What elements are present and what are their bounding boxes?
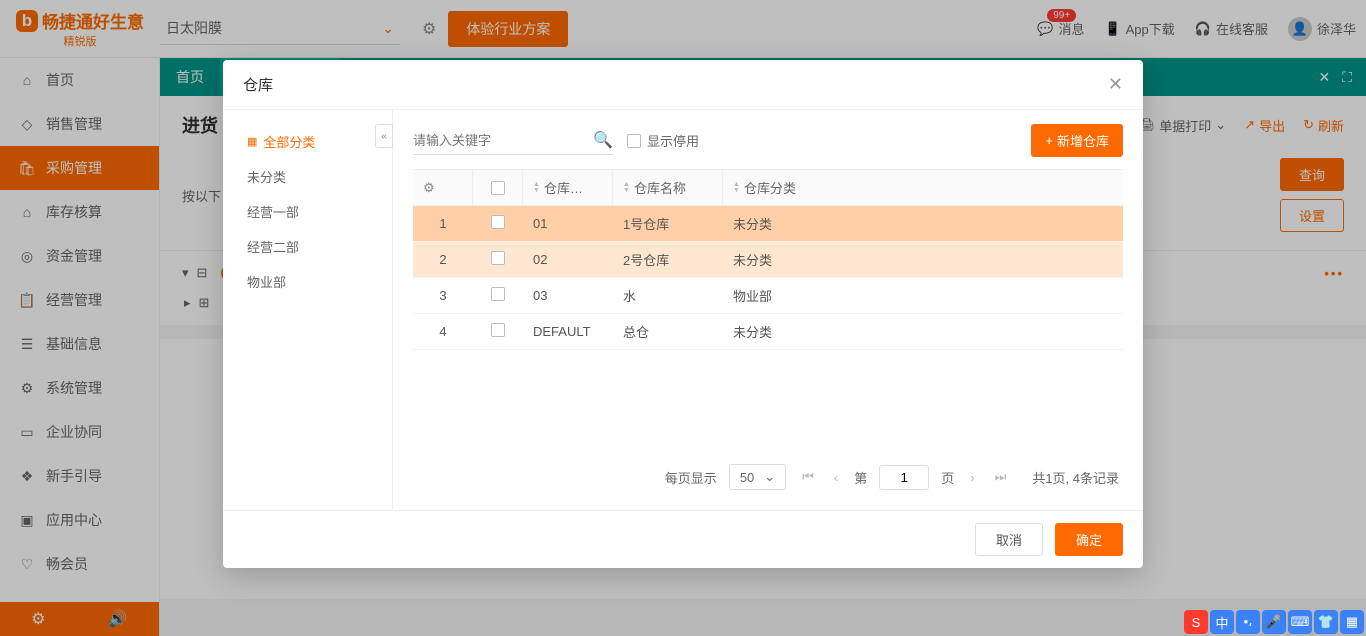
- row-checkbox[interactable]: [491, 251, 505, 265]
- plus-icon: +: [1045, 133, 1053, 148]
- name-column[interactable]: ▲▼ 仓库名称: [613, 170, 723, 205]
- column-label: 仓库分类: [744, 178, 796, 197]
- page-prefix: 第: [854, 468, 867, 487]
- row-number: 1: [413, 208, 473, 239]
- row-name: 总仓: [613, 314, 723, 349]
- select-all-column[interactable]: [473, 170, 523, 205]
- column-label: 仓库名称: [634, 178, 686, 197]
- page-suffix: 页: [941, 468, 954, 487]
- modal-overlay: 仓库 ✕ « ▦ 全部分类 未分类 经营一部 经营二部 物业部 🔍: [0, 0, 1366, 636]
- category-sidebar: « ▦ 全部分类 未分类 经营一部 经营二部 物业部: [223, 110, 393, 510]
- ime-keyboard-icon[interactable]: ⌨: [1288, 610, 1312, 634]
- show-disabled-label: 显示停用: [647, 131, 699, 150]
- ime-s-icon[interactable]: S: [1184, 610, 1208, 634]
- ime-lang-icon[interactable]: 中: [1210, 610, 1234, 634]
- row-cat: 未分类: [723, 242, 1123, 277]
- row-number: 2: [413, 244, 473, 275]
- modal-title: 仓库: [243, 74, 273, 95]
- modal-toolbar: 🔍 显示停用 + 新增仓库: [413, 124, 1123, 157]
- category-item[interactable]: 未分类: [223, 159, 392, 194]
- cancel-button[interactable]: 取消: [975, 523, 1043, 556]
- row-checkbox[interactable]: [491, 215, 505, 229]
- table-row[interactable]: 2 02 2号仓库 未分类: [413, 242, 1123, 278]
- gear-column[interactable]: ⚙: [413, 170, 473, 205]
- category-item[interactable]: 经营二部: [223, 229, 392, 264]
- ime-mic-icon[interactable]: 🎤: [1262, 610, 1286, 634]
- ime-skin-icon[interactable]: 👕: [1314, 610, 1338, 634]
- table-row[interactable]: 1 01 1号仓库 未分类: [413, 206, 1123, 242]
- next-page-icon[interactable]: ›: [966, 470, 978, 485]
- sort-icon: ▲▼: [733, 182, 740, 194]
- add-label: 新增仓库: [1057, 131, 1109, 150]
- grid-icon: ▦: [247, 135, 257, 148]
- warehouse-modal: 仓库 ✕ « ▦ 全部分类 未分类 经营一部 经营二部 物业部 🔍: [223, 60, 1143, 568]
- select-all-checkbox[interactable]: [491, 181, 505, 195]
- category-item[interactable]: 物业部: [223, 264, 392, 299]
- per-page-value: 50: [740, 470, 754, 485]
- row-name: 水: [613, 278, 723, 313]
- row-cat: 物业部: [723, 278, 1123, 313]
- table-row[interactable]: 4 DEFAULT 总仓 未分类: [413, 314, 1123, 350]
- per-page-label: 每页显示: [665, 468, 717, 487]
- first-page-icon[interactable]: ⏮: [798, 469, 818, 485]
- page-input[interactable]: [879, 465, 929, 490]
- ime-bar: S 中 •، 🎤 ⌨ 👕 ▦: [1182, 608, 1366, 636]
- modal-body: « ▦ 全部分类 未分类 经营一部 经营二部 物业部 🔍: [223, 110, 1143, 510]
- sort-icon: ▲▼: [533, 182, 540, 194]
- category-all[interactable]: ▦ 全部分类: [223, 124, 392, 159]
- row-code: 01: [523, 208, 613, 239]
- row-checkbox[interactable]: [491, 287, 505, 301]
- search-icon[interactable]: 🔍: [593, 130, 613, 150]
- add-warehouse-button[interactable]: + 新增仓库: [1031, 124, 1123, 157]
- row-number: 4: [413, 316, 473, 347]
- modal-header: 仓库 ✕: [223, 60, 1143, 110]
- show-disabled-checkbox[interactable]: [627, 134, 641, 148]
- modal-main: 🔍 显示停用 + 新增仓库 ⚙ ▲▼ 仓库…: [393, 110, 1143, 510]
- modal-footer: 取消 确定: [223, 510, 1143, 568]
- ime-tools-icon[interactable]: ▦: [1340, 610, 1364, 634]
- row-number: 3: [413, 280, 473, 311]
- per-page-select[interactable]: 50 ⌄: [729, 464, 786, 490]
- grid-header: ⚙ ▲▼ 仓库… ▲▼ 仓库名称 ▲▼ 仓库分类: [413, 170, 1123, 206]
- row-code: 02: [523, 244, 613, 275]
- row-code: DEFAULT: [523, 316, 613, 347]
- collapse-handle[interactable]: «: [375, 124, 393, 148]
- warehouse-grid: ⚙ ▲▼ 仓库… ▲▼ 仓库名称 ▲▼ 仓库分类 1 01 1号仓库 未分类: [413, 169, 1123, 350]
- row-name: 1号仓库: [613, 206, 723, 241]
- sort-icon: ▲▼: [623, 182, 630, 194]
- search-input[interactable]: [413, 127, 593, 154]
- row-cat: 未分类: [723, 206, 1123, 241]
- row-cat: 未分类: [723, 314, 1123, 349]
- prev-page-icon[interactable]: ‹: [830, 470, 842, 485]
- chevron-down-icon: ⌄: [764, 469, 775, 485]
- row-checkbox[interactable]: [491, 323, 505, 337]
- ok-button[interactable]: 确定: [1055, 523, 1123, 556]
- column-label: 仓库…: [544, 178, 583, 197]
- ime-punct-icon[interactable]: •،: [1236, 610, 1260, 634]
- row-name: 2号仓库: [613, 242, 723, 277]
- code-column[interactable]: ▲▼ 仓库…: [523, 170, 613, 205]
- last-page-icon[interactable]: ⏭: [991, 469, 1011, 485]
- table-row[interactable]: 3 03 水 物业部: [413, 278, 1123, 314]
- show-disabled-toggle[interactable]: 显示停用: [627, 131, 699, 150]
- category-item[interactable]: 经营一部: [223, 194, 392, 229]
- cat-column[interactable]: ▲▼ 仓库分类: [723, 170, 1123, 205]
- search-box: 🔍: [413, 127, 613, 155]
- row-code: 03: [523, 280, 613, 311]
- pager-summary: 共1页, 4条记录: [1032, 468, 1119, 487]
- pager: 每页显示 50 ⌄ ⏮ ‹ 第 页 › ⏭ 共1页, 4条记录: [413, 452, 1123, 502]
- category-label: 全部分类: [263, 132, 315, 151]
- close-icon[interactable]: ✕: [1108, 74, 1123, 95]
